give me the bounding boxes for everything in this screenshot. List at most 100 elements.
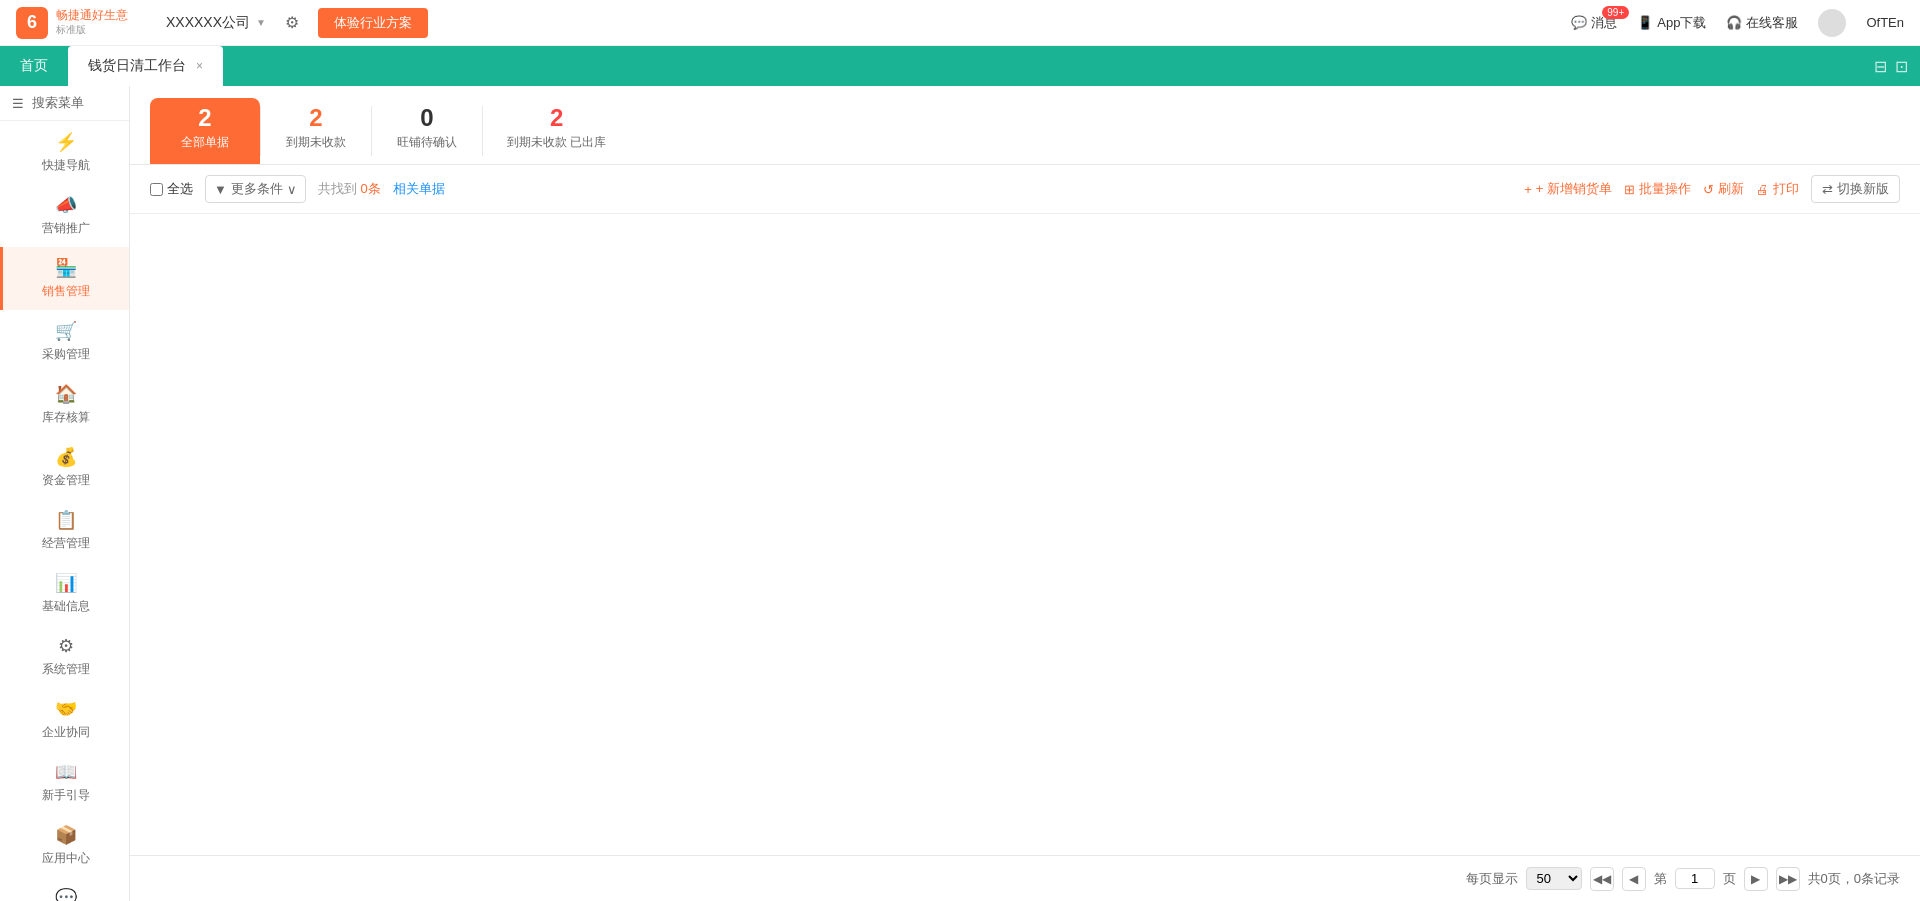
toolbar-left: 全选 ▼ 更多条件 ∨ 共找到 0条 相关单据 (150, 175, 1512, 203)
sidebar-label-inventory: 库存核算 (42, 409, 90, 426)
tab-expand-icon[interactable]: ⊡ (1895, 57, 1908, 76)
tab-close-icon[interactable]: × (196, 59, 203, 73)
prev-page-button[interactable]: ◀ (1622, 867, 1646, 891)
message-area[interactable]: 💬 消息 99+ (1571, 14, 1617, 32)
toolbar-right: + + 新增销货单 ⊞ 批量操作 ↺ 刷新 🖨 打印 ⇄ 切换新版 (1524, 175, 1900, 203)
app-name: 畅捷通好生意 (56, 8, 128, 24)
next-page-button[interactable]: ▶ (1744, 867, 1768, 891)
marketing-icon: 📣 (55, 194, 77, 216)
filter-arrow-icon: ∨ (287, 182, 297, 197)
filter-icon: ▼ (214, 182, 227, 197)
tab-nav: 首页 钱货日清工作台 × ⊟ ⊡ (0, 46, 1920, 86)
stat-tab-overdue[interactable]: 2 到期未收款 (261, 98, 371, 164)
refresh-icon: ↺ (1703, 182, 1714, 197)
sidebar-label-enterprise: 企业协同 (42, 724, 90, 741)
tab-minimize-icon[interactable]: ⊟ (1874, 57, 1887, 76)
stat-label-all: 全部单据 (181, 134, 229, 151)
sidebar-item-app-center[interactable]: 📦 应用中心 (0, 814, 129, 877)
switch-version-button[interactable]: ⇄ 切换新版 (1811, 175, 1900, 203)
sidebar-item-sales[interactable]: 🏪 销售管理 (0, 247, 129, 310)
home-tab-label: 首页 (20, 57, 48, 75)
weixin-icon: 💬 (55, 887, 77, 901)
select-all-checkbox[interactable]: 全选 (150, 180, 193, 198)
online-service-link[interactable]: 🎧 在线客服 (1726, 14, 1798, 32)
per-page-select[interactable]: 50 100 200 (1526, 867, 1582, 890)
sidebar-item-finance[interactable]: 💰 资金管理 (0, 436, 129, 499)
content-area: 2 全部单据 2 到期未收款 0 旺铺待确认 2 到期未收款 已出库 (130, 86, 1920, 901)
settings-button[interactable]: ⚙ (278, 9, 306, 37)
app-edition: 标准版 (56, 23, 128, 37)
stat-num-all: 2 (198, 106, 211, 130)
app-download-label: App下载 (1657, 14, 1706, 32)
sidebar-item-inventory[interactable]: 🏠 库存核算 (0, 373, 129, 436)
print-button[interactable]: 🖨 打印 (1756, 180, 1799, 198)
industry-button[interactable]: 体验行业方案 (318, 8, 428, 38)
batch-icon: ⊞ (1624, 182, 1635, 197)
sidebar-label-system: 系统管理 (42, 661, 90, 678)
message-icon: 💬 (1571, 15, 1587, 30)
stat-label-shipped: 到期未收款 已出库 (507, 134, 606, 151)
add-icon: + (1524, 182, 1532, 197)
stat-num-shipped: 2 (550, 106, 563, 130)
online-service-label: 在线客服 (1746, 14, 1798, 32)
batch-op-button[interactable]: ⊞ 批量操作 (1624, 180, 1691, 198)
sidebar-item-operation[interactable]: 📋 经营管理 (0, 499, 129, 562)
company-selector[interactable]: XXXXXX公司 ▼ (166, 14, 266, 32)
sidebar-item-marketing[interactable]: 📣 营销推广 (0, 184, 129, 247)
app-download-link[interactable]: 📱 App下载 (1637, 14, 1706, 32)
sidebar-item-weixin[interactable]: 💬 企业微信 (0, 877, 129, 901)
tab-home[interactable]: 首页 (0, 46, 68, 86)
search-menu-label: 搜索菜单 (32, 94, 84, 112)
sidebar-item-enterprise[interactable]: 🤝 企业协同 (0, 688, 129, 751)
quick-nav-icon: ⚡ (55, 131, 77, 153)
search-icon: ☰ (12, 96, 24, 111)
stat-tab-all[interactable]: 2 全部单据 (150, 98, 260, 164)
toolbar: 全选 ▼ 更多条件 ∨ 共找到 0条 相关单据 + + 新增销货单 ⊞ (130, 165, 1920, 214)
filter-label: 更多条件 (231, 180, 283, 198)
select-all-input[interactable] (150, 183, 163, 196)
operation-icon: 📋 (55, 509, 77, 531)
related-records-link[interactable]: 相关单据 (393, 180, 445, 198)
total-records: 共0页，0条记录 (1808, 870, 1900, 888)
company-dropdown-arrow: ▼ (256, 17, 266, 28)
search-menu[interactable]: ☰ 搜索菜单 (0, 86, 129, 121)
inventory-icon: 🏠 (55, 383, 77, 405)
sidebar-item-system[interactable]: ⚙ 系统管理 (0, 625, 129, 688)
user-name: OfTEn (1866, 15, 1904, 30)
system-icon: ⚙ (58, 635, 74, 657)
sidebar-item-newbie[interactable]: 📖 新手引导 (0, 751, 129, 814)
stat-tab-pending[interactable]: 0 旺铺待确认 (372, 98, 482, 164)
active-tab-label: 钱货日清工作台 (88, 57, 186, 75)
sidebar-label-operation: 经营管理 (42, 535, 90, 552)
tab-nav-right: ⊟ ⊡ (1874, 57, 1920, 76)
tab-active[interactable]: 钱货日清工作台 × (68, 46, 223, 86)
sidebar-item-quick-nav[interactable]: ⚡ 快捷导航 (0, 121, 129, 184)
switch-icon: ⇄ (1822, 182, 1833, 197)
message-badge: 99+ (1602, 6, 1629, 19)
online-service-icon: 🎧 (1726, 15, 1742, 30)
stat-num-pending: 0 (420, 106, 433, 130)
stat-num-overdue: 2 (309, 106, 322, 130)
sidebar-label-marketing: 营销推广 (42, 220, 90, 237)
filter-button[interactable]: ▼ 更多条件 ∨ (205, 175, 306, 203)
batch-label: 批量操作 (1639, 180, 1691, 198)
refresh-button[interactable]: ↺ 刷新 (1703, 180, 1744, 198)
base-info-icon: 📊 (55, 572, 77, 594)
app-logo-icon: 6 (16, 7, 48, 39)
app-center-icon: 📦 (55, 824, 77, 846)
stat-tab-shipped[interactable]: 2 到期未收款 已出库 (483, 98, 630, 164)
add-sale-button[interactable]: + + 新增销货单 (1524, 180, 1612, 198)
first-page-button[interactable]: ◀◀ (1590, 867, 1614, 891)
last-page-button[interactable]: ▶▶ (1776, 867, 1800, 891)
select-all-label: 全选 (167, 180, 193, 198)
page-number-input[interactable] (1675, 868, 1715, 889)
sidebar-label-base-info: 基础信息 (42, 598, 90, 615)
finance-icon: 💰 (55, 446, 77, 468)
stat-label-overdue: 到期未收款 (286, 134, 346, 151)
sidebar-item-purchase[interactable]: 🛒 采购管理 (0, 310, 129, 373)
avatar[interactable] (1818, 9, 1846, 37)
purchase-icon: 🛒 (55, 320, 77, 342)
enterprise-icon: 🤝 (55, 698, 77, 720)
company-name: XXXXXX公司 (166, 14, 250, 32)
sidebar-item-base-info[interactable]: 📊 基础信息 (0, 562, 129, 625)
